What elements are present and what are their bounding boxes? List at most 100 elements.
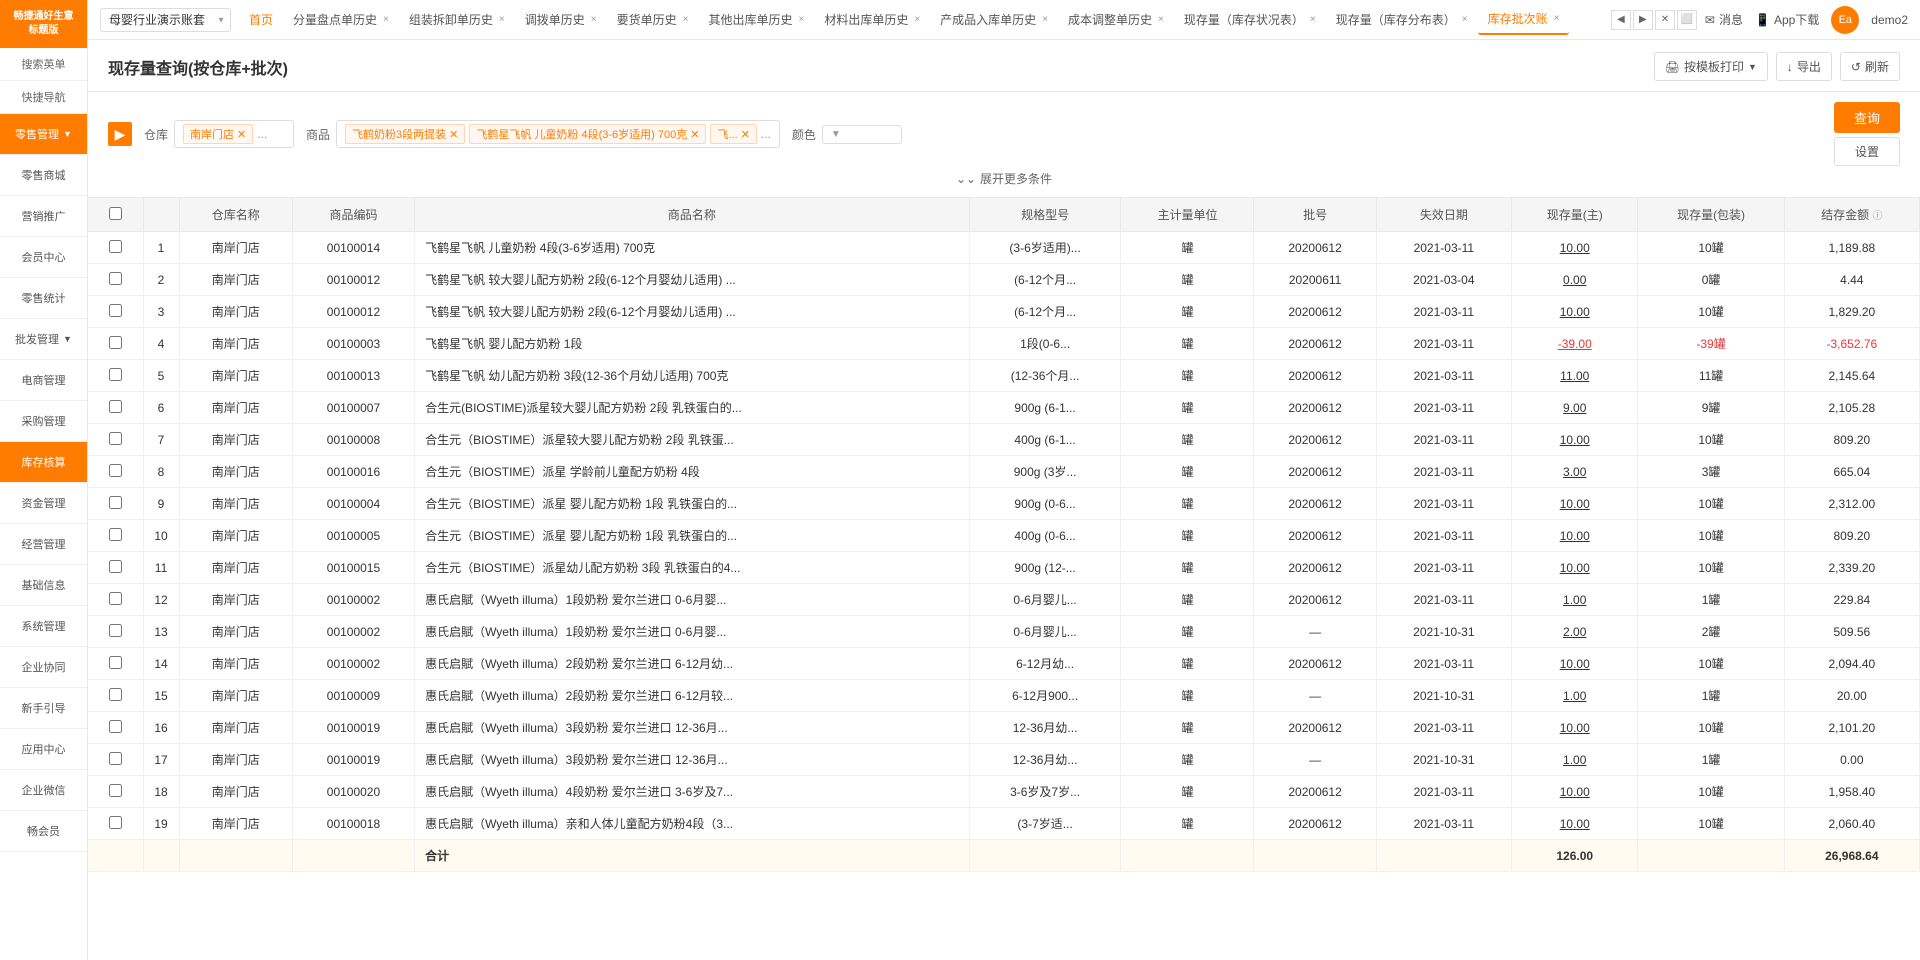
account-dropdown[interactable]: 母婴行业演示账套 xyxy=(100,8,231,32)
expand-more-btn[interactable]: ⌄⌄ 展开更多条件 xyxy=(108,170,1900,187)
tab-close-icon[interactable]: × xyxy=(1042,14,1048,25)
tab-close-icon[interactable]: × xyxy=(383,14,389,25)
row-checkbox[interactable] xyxy=(88,712,143,744)
tab-close-icon[interactable]: × xyxy=(591,14,597,25)
sidebar-item-企业协同[interactable]: 企业协同 xyxy=(0,647,87,688)
sidebar-item-库存核算[interactable]: 库存核算 xyxy=(0,442,87,483)
tab-close-icon[interactable]: × xyxy=(914,14,920,25)
tab-3[interactable]: 要货单历史× xyxy=(607,4,699,35)
app-download-btn[interactable]: 📱 App下载 xyxy=(1755,11,1819,28)
row-qty-main[interactable]: 10.00 xyxy=(1512,424,1638,456)
nav-maximize-btn[interactable]: ⬜ xyxy=(1677,10,1697,30)
tab-0[interactable]: 分量盘点单历史× xyxy=(283,4,399,35)
tab-close-icon[interactable]: × xyxy=(798,14,804,25)
sidebar-item-资金管理[interactable]: 资金管理 xyxy=(0,483,87,524)
tab-close-icon[interactable]: × xyxy=(1462,14,1468,25)
tab-8[interactable]: 现存量（库存状况表）× xyxy=(1174,4,1326,35)
row-qty-main[interactable]: 10.00 xyxy=(1512,520,1638,552)
sidebar-item-电商管理[interactable]: 电商管理 xyxy=(0,360,87,401)
sidebar-item-采购管理[interactable]: 采购管理 xyxy=(0,401,87,442)
tab-close-icon[interactable]: × xyxy=(499,14,505,25)
row-qty-main[interactable]: 10.00 xyxy=(1512,648,1638,680)
sidebar-item-新手引导[interactable]: 新手引导 xyxy=(0,688,87,729)
nav-next-btn[interactable]: ▶ xyxy=(1633,10,1653,30)
user-avatar[interactable]: Ea xyxy=(1831,6,1859,34)
sidebar-item-应用中心[interactable]: 应用中心 xyxy=(0,729,87,770)
tab-close-icon[interactable]: × xyxy=(683,14,689,25)
sidebar-item-零售管理[interactable]: 零售管理▼ xyxy=(0,114,87,155)
product-tag-2-remove[interactable]: ✕ xyxy=(690,128,699,141)
tab-1[interactable]: 组装拆卸单历史× xyxy=(399,4,515,35)
warehouse-more[interactable]: ... xyxy=(257,127,267,141)
nav-close-btn[interactable]: ✕ xyxy=(1655,10,1675,30)
row-checkbox[interactable] xyxy=(88,264,143,296)
refresh-btn[interactable]: ↺ 刷新 xyxy=(1840,52,1900,81)
row-checkbox[interactable] xyxy=(88,456,143,488)
query-btn[interactable]: 查询 xyxy=(1834,102,1900,133)
settings-btn[interactable]: 设置 xyxy=(1834,137,1900,166)
sidebar-item-会员中心[interactable]: 会员中心 xyxy=(0,237,87,278)
sidebar-item-经营管理[interactable]: 经营管理 xyxy=(0,524,87,565)
tab-5[interactable]: 材料出库单历史× xyxy=(814,4,930,35)
sidebar-item-批发管理[interactable]: 批发管理▼ xyxy=(0,319,87,360)
row-qty-main[interactable]: 1.00 xyxy=(1512,680,1638,712)
tab-7[interactable]: 成本调整单历史× xyxy=(1058,4,1174,35)
color-filter-input[interactable]: ▼ xyxy=(822,125,902,144)
tab-10[interactable]: 库存批次账× xyxy=(1478,4,1570,35)
row-qty-main[interactable]: 10.00 xyxy=(1512,232,1638,264)
sidebar-item-基础信息[interactable]: 基础信息 xyxy=(0,565,87,606)
message-btn[interactable]: ✉ 消息 xyxy=(1705,11,1743,28)
row-qty-main[interactable]: 10.00 xyxy=(1512,488,1638,520)
row-checkbox[interactable] xyxy=(88,520,143,552)
row-qty-main[interactable]: 9.00 xyxy=(1512,392,1638,424)
row-checkbox[interactable] xyxy=(88,680,143,712)
tab-4[interactable]: 其他出库单历史× xyxy=(698,4,814,35)
template-print-btn[interactable]: 🖨 按模板打印 ▼ xyxy=(1654,52,1768,81)
tab-close-icon[interactable]: × xyxy=(1310,14,1316,25)
select-all-checkbox[interactable] xyxy=(109,207,122,220)
product-tag-3-remove[interactable]: ✕ xyxy=(741,128,750,141)
row-qty-main[interactable]: 1.00 xyxy=(1512,584,1638,616)
tab-close-icon[interactable]: × xyxy=(1158,14,1164,25)
row-checkbox[interactable] xyxy=(88,808,143,840)
warehouse-tag-remove[interactable]: ✕ xyxy=(237,128,246,141)
row-qty-main[interactable]: -39.00 xyxy=(1512,328,1638,360)
row-qty-main[interactable]: 10.00 xyxy=(1512,776,1638,808)
tab-9[interactable]: 现存量（库存分布表）× xyxy=(1326,4,1478,35)
product-tag-1-remove[interactable]: ✕ xyxy=(449,128,458,141)
nav-prev-btn[interactable]: ◀ xyxy=(1611,10,1631,30)
row-checkbox[interactable] xyxy=(88,392,143,424)
row-checkbox[interactable] xyxy=(88,616,143,648)
sidebar-item-营销推广[interactable]: 营销推广 xyxy=(0,196,87,237)
product-more[interactable]: ... xyxy=(761,127,771,141)
export-btn[interactable]: ↓ 导出 xyxy=(1776,52,1832,81)
warehouse-filter-input[interactable]: 南岸门店 ✕ ... xyxy=(174,120,294,148)
row-qty-main[interactable]: 11.00 xyxy=(1512,360,1638,392)
row-checkbox[interactable] xyxy=(88,648,143,680)
tab-2[interactable]: 调拨单历史× xyxy=(515,4,607,35)
row-qty-main[interactable]: 10.00 xyxy=(1512,808,1638,840)
row-checkbox[interactable] xyxy=(88,552,143,584)
row-checkbox[interactable] xyxy=(88,232,143,264)
product-filter-input[interactable]: 飞鹤奶粉3段两提装 ✕ 飞鹤星飞帆 儿童奶粉 4段(3-6岁适用) 700克 ✕… xyxy=(336,120,780,148)
tab-6[interactable]: 产成品入库单历史× xyxy=(930,4,1058,35)
row-checkbox[interactable] xyxy=(88,296,143,328)
row-qty-main[interactable]: 2.00 xyxy=(1512,616,1638,648)
row-qty-main[interactable]: 10.00 xyxy=(1512,712,1638,744)
tab-home[interactable]: 首页 xyxy=(239,5,283,34)
sidebar-item-企业微信[interactable]: 企业微信 xyxy=(0,770,87,811)
row-qty-main[interactable]: 3.00 xyxy=(1512,456,1638,488)
filter-expand-btn[interactable]: ▶ xyxy=(108,122,132,146)
sidebar-item-零售统计[interactable]: 零售统计 xyxy=(0,278,87,319)
quick-nav[interactable]: 快捷导航 xyxy=(0,81,87,114)
row-qty-main[interactable]: 10.00 xyxy=(1512,552,1638,584)
search-menu[interactable]: 搜索英单 xyxy=(0,48,87,81)
sidebar-item-畅会员[interactable]: 畅会员 xyxy=(0,811,87,852)
row-checkbox[interactable] xyxy=(88,488,143,520)
row-checkbox[interactable] xyxy=(88,776,143,808)
row-qty-main[interactable]: 1.00 xyxy=(1512,744,1638,776)
row-qty-main[interactable]: 10.00 xyxy=(1512,296,1638,328)
row-checkbox[interactable] xyxy=(88,424,143,456)
row-checkbox[interactable] xyxy=(88,360,143,392)
sidebar-item-系统管理[interactable]: 系统管理 xyxy=(0,606,87,647)
